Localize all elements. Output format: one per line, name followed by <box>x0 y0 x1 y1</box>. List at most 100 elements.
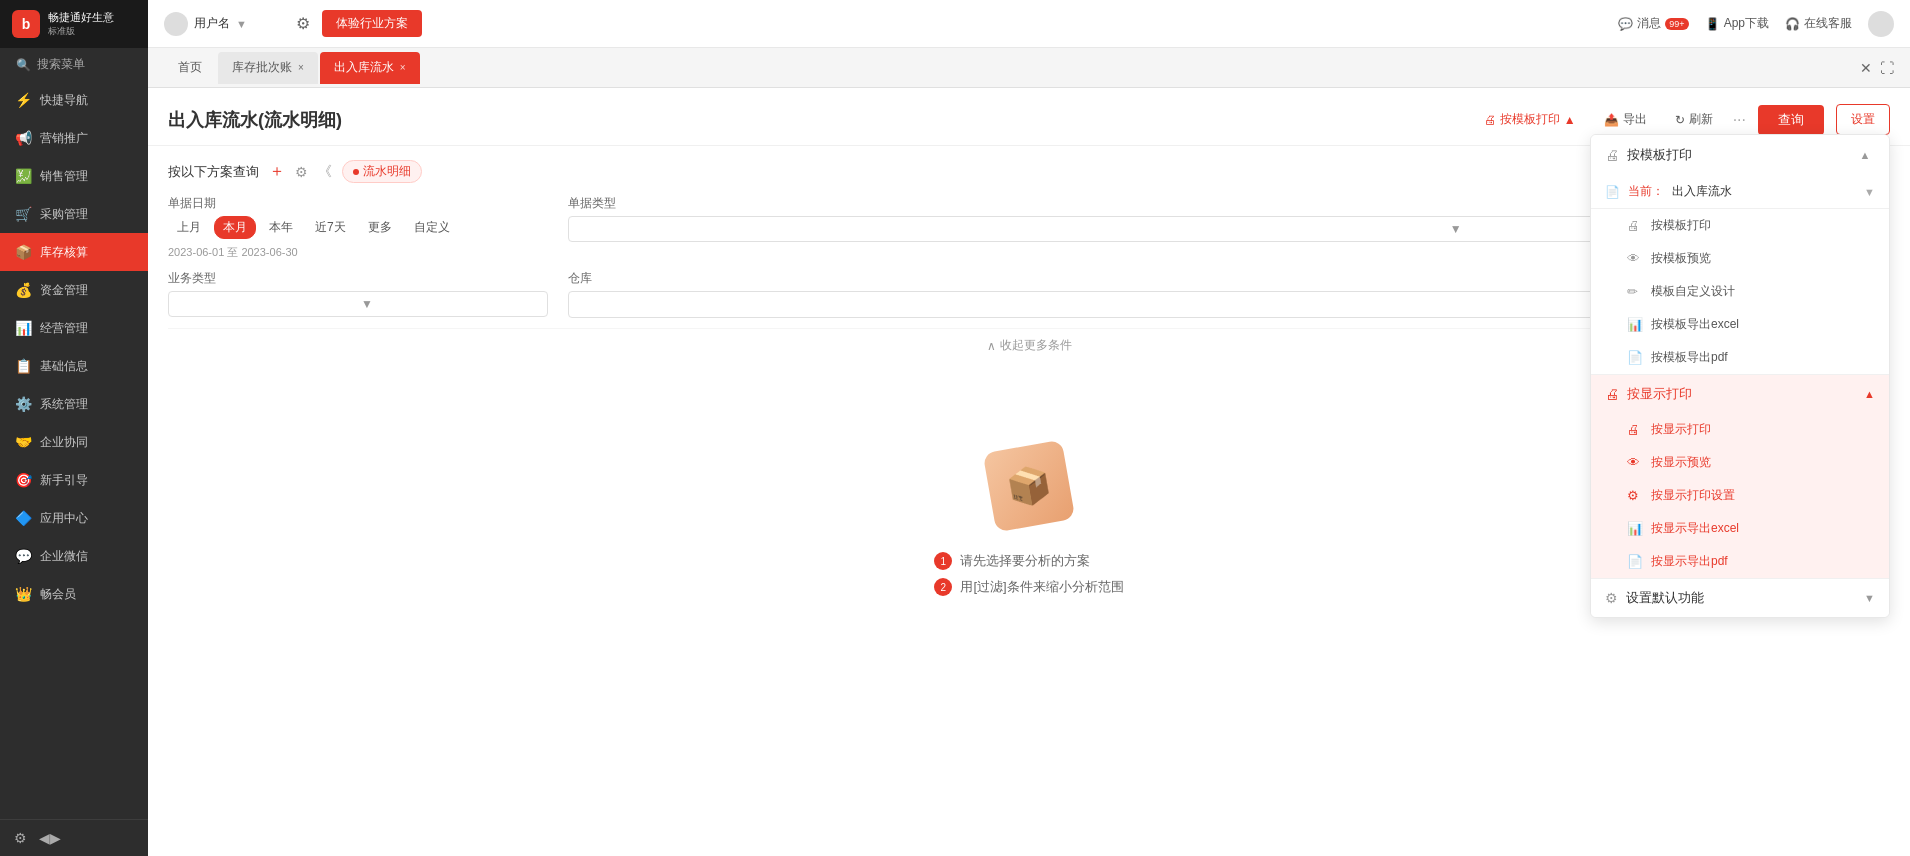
date-btn-more[interactable]: 更多 <box>359 216 401 239</box>
dp-display-excel-item[interactable]: 📊 按显示导出excel <box>1591 512 1889 545</box>
dp-display-settings-item[interactable]: ⚙ 按显示打印设置 <box>1591 479 1889 512</box>
setting-btn[interactable]: 设置 <box>1836 104 1890 135</box>
refresh-label: 刷新 <box>1689 111 1713 128</box>
sidebar-item-enterprise[interactable]: 🤝 企业协同 <box>0 423 148 461</box>
marketing-icon: 📢 <box>14 129 32 147</box>
main-area: 用户名 ▼ ⚙ 体验行业方案 💬 消息 99+ 📱 App下载 🎧 在线客服 首… <box>148 0 1910 856</box>
dp-display-section-header[interactable]: 🖨 按显示打印 ▲ <box>1591 375 1889 413</box>
dp-display-preview-item[interactable]: 👁 按显示预览 <box>1591 446 1889 479</box>
topbar-gear-icon[interactable]: ⚙ <box>296 14 310 33</box>
user-section[interactable]: 用户名 ▼ <box>164 12 284 36</box>
sidebar-item-quick-nav[interactable]: ⚡ 快捷导航 <box>0 81 148 119</box>
print-chevron-up-icon: ▲ <box>1564 113 1576 127</box>
dp-display-pdf-label: 按显示导出pdf <box>1651 553 1728 570</box>
step-1-num: 1 <box>934 552 952 570</box>
dp-template-preview-item[interactable]: 👁 按模板预览 <box>1591 242 1889 275</box>
search-icon: 🔍 <box>16 58 31 72</box>
dp-template-print-item[interactable]: 🖨 按模板打印 <box>1591 209 1889 242</box>
dp-template-print-header[interactable]: 🖨 按模板打印 ▲ <box>1591 135 1889 175</box>
tab-inventory-batch[interactable]: 库存批次账 × <box>218 52 318 84</box>
dp-template-pdf-item[interactable]: 📄 按模板导出pdf <box>1591 341 1889 374</box>
sidebar-item-wechat[interactable]: 💬 企业微信 <box>0 537 148 575</box>
refresh-btn[interactable]: ↻ 刷新 <box>1667 107 1721 132</box>
dp-current-text: 当前： <box>1628 183 1664 200</box>
enterprise-label: 企业协同 <box>40 434 88 451</box>
sidebar-item-sales[interactable]: 💹 销售管理 <box>0 157 148 195</box>
sidebar-item-vip[interactable]: 👑 畅会员 <box>0 575 148 613</box>
operations-label: 经营管理 <box>40 320 88 337</box>
dp-display-print-item[interactable]: 🖨 按显示打印 <box>1591 413 1889 446</box>
date-btn-custom[interactable]: 自定义 <box>405 216 459 239</box>
online-service-btn[interactable]: 🎧 在线客服 <box>1785 15 1852 32</box>
collapse-sidebar-icon[interactable]: ◀▶ <box>39 830 61 846</box>
tab-close-all-icon[interactable]: ✕ <box>1860 60 1872 76</box>
message-btn[interactable]: 💬 消息 99+ <box>1618 15 1688 32</box>
filter-collapse-icon[interactable]: 《 <box>318 163 332 181</box>
industry-btn[interactable]: 体验行业方案 <box>322 10 422 37</box>
filter-add-btn[interactable]: ＋ <box>269 161 285 182</box>
dp-template-excel-item[interactable]: 📊 按模板导出excel <box>1591 308 1889 341</box>
sidebar-item-inventory[interactable]: 📦 库存核算 <box>0 233 148 271</box>
user-thumb-avatar[interactable] <box>1868 11 1894 37</box>
tab-expand-icon[interactable]: ⛶ <box>1880 60 1894 76</box>
dp-display-pdf-item[interactable]: 📄 按显示导出pdf <box>1591 545 1889 578</box>
inventory-icon: 📦 <box>14 243 32 261</box>
sidebar-item-operations[interactable]: 📊 经营管理 <box>0 309 148 347</box>
query-btn[interactable]: 查询 <box>1758 105 1824 135</box>
sidebar-nav: ⚡ 快捷导航 📢 营销推广 💹 销售管理 🛒 采购管理 📦 库存核算 💰 资金管… <box>0 81 148 819</box>
enterprise-icon: 🤝 <box>14 433 32 451</box>
sidebar-item-finance[interactable]: 💰 资金管理 <box>0 271 148 309</box>
dp-display-section: 🖨 按显示打印 ▲ 🖨 按显示打印 👁 按显 <box>1591 375 1889 578</box>
sidebar-item-marketing[interactable]: 📢 营销推广 <box>0 119 148 157</box>
filter-title: 按以下方案查询 <box>168 163 259 181</box>
logo-text-block: 畅捷通好生意 标准版 <box>48 10 114 38</box>
filter-tag-flow[interactable]: 流水明细 <box>342 160 422 183</box>
page-container: 出入库流水(流水明细) 🖨 按模板打印 ▲ 📤 导出 ↻ 刷新 <box>148 88 1910 856</box>
business-type-select[interactable]: ▼ <box>168 291 548 317</box>
system-label: 系统管理 <box>40 396 88 413</box>
date-btn-last-month[interactable]: 上月 <box>168 216 210 239</box>
date-btn-this-year[interactable]: 本年 <box>260 216 302 239</box>
sidebar-item-apps[interactable]: 🔷 应用中心 <box>0 499 148 537</box>
tab-flow-label: 出入库流水 <box>334 59 394 76</box>
export-btn[interactable]: 📤 导出 <box>1596 107 1655 132</box>
tab-home-label: 首页 <box>178 59 202 76</box>
date-btn-this-month[interactable]: 本月 <box>214 216 256 239</box>
message-icon: 💬 <box>1618 17 1633 31</box>
export-icon: 📤 <box>1604 113 1619 127</box>
dp-display-pdf-icon: 📄 <box>1627 554 1643 569</box>
print-label: 按模板打印 <box>1500 111 1560 128</box>
page-title: 出入库流水(流水明细) <box>168 108 342 132</box>
sidebar-item-guide[interactable]: 🎯 新手引导 <box>0 461 148 499</box>
tabs-right: ✕ ⛶ <box>1860 60 1894 76</box>
dp-display-excel-icon: 📊 <box>1627 521 1643 536</box>
app-download-label: App下载 <box>1724 15 1769 32</box>
dp-template-custom-icon: ✏ <box>1627 284 1643 299</box>
filter-settings-btn[interactable]: ⚙ <box>295 164 308 180</box>
date-btn-7days[interactable]: 近7天 <box>306 216 355 239</box>
empty-icon-box: 📦 <box>983 440 1076 533</box>
guide-label: 新手引导 <box>40 472 88 489</box>
dp-display-settings-icon: ⚙ <box>1627 488 1643 503</box>
sidebar-item-system[interactable]: ⚙️ 系统管理 <box>0 385 148 423</box>
tab-home[interactable]: 首页 <box>164 52 216 84</box>
tab-inventory-batch-close[interactable]: × <box>298 62 304 73</box>
print-dropdown-panel: 🖨 按模板打印 ▲ 📄 当前： 出入库流水 <box>1590 134 1890 618</box>
vip-icon: 👑 <box>14 585 32 603</box>
basic-label: 基础信息 <box>40 358 88 375</box>
dp-set-default-header[interactable]: ⚙ 设置默认功能 ▼ <box>1591 579 1889 617</box>
tab-flow-close[interactable]: × <box>400 62 406 73</box>
search-menu-item[interactable]: 🔍 搜索菜单 <box>0 48 148 81</box>
sidebar-item-basic[interactable]: 📋 基础信息 <box>0 347 148 385</box>
dp-template-preview-label: 按模板预览 <box>1651 250 1711 267</box>
print-dropdown-btn[interactable]: 🖨 按模板打印 ▲ <box>1476 107 1584 132</box>
dp-template-custom-item[interactable]: ✏ 模板自定义设计 <box>1591 275 1889 308</box>
user-dropdown-icon[interactable]: ▼ <box>236 18 247 30</box>
sidebar-item-purchase[interactable]: 🛒 采购管理 <box>0 195 148 233</box>
dp-scroll-up-btn[interactable]: ▲ <box>1855 145 1875 165</box>
more-options-btn[interactable]: ··· <box>1733 111 1746 129</box>
sidebar-bottom: ⚙ ◀▶ <box>0 819 148 856</box>
tab-flow[interactable]: 出入库流水 × <box>320 52 420 84</box>
settings-icon[interactable]: ⚙ <box>14 830 27 846</box>
app-download-btn[interactable]: 📱 App下载 <box>1705 15 1769 32</box>
